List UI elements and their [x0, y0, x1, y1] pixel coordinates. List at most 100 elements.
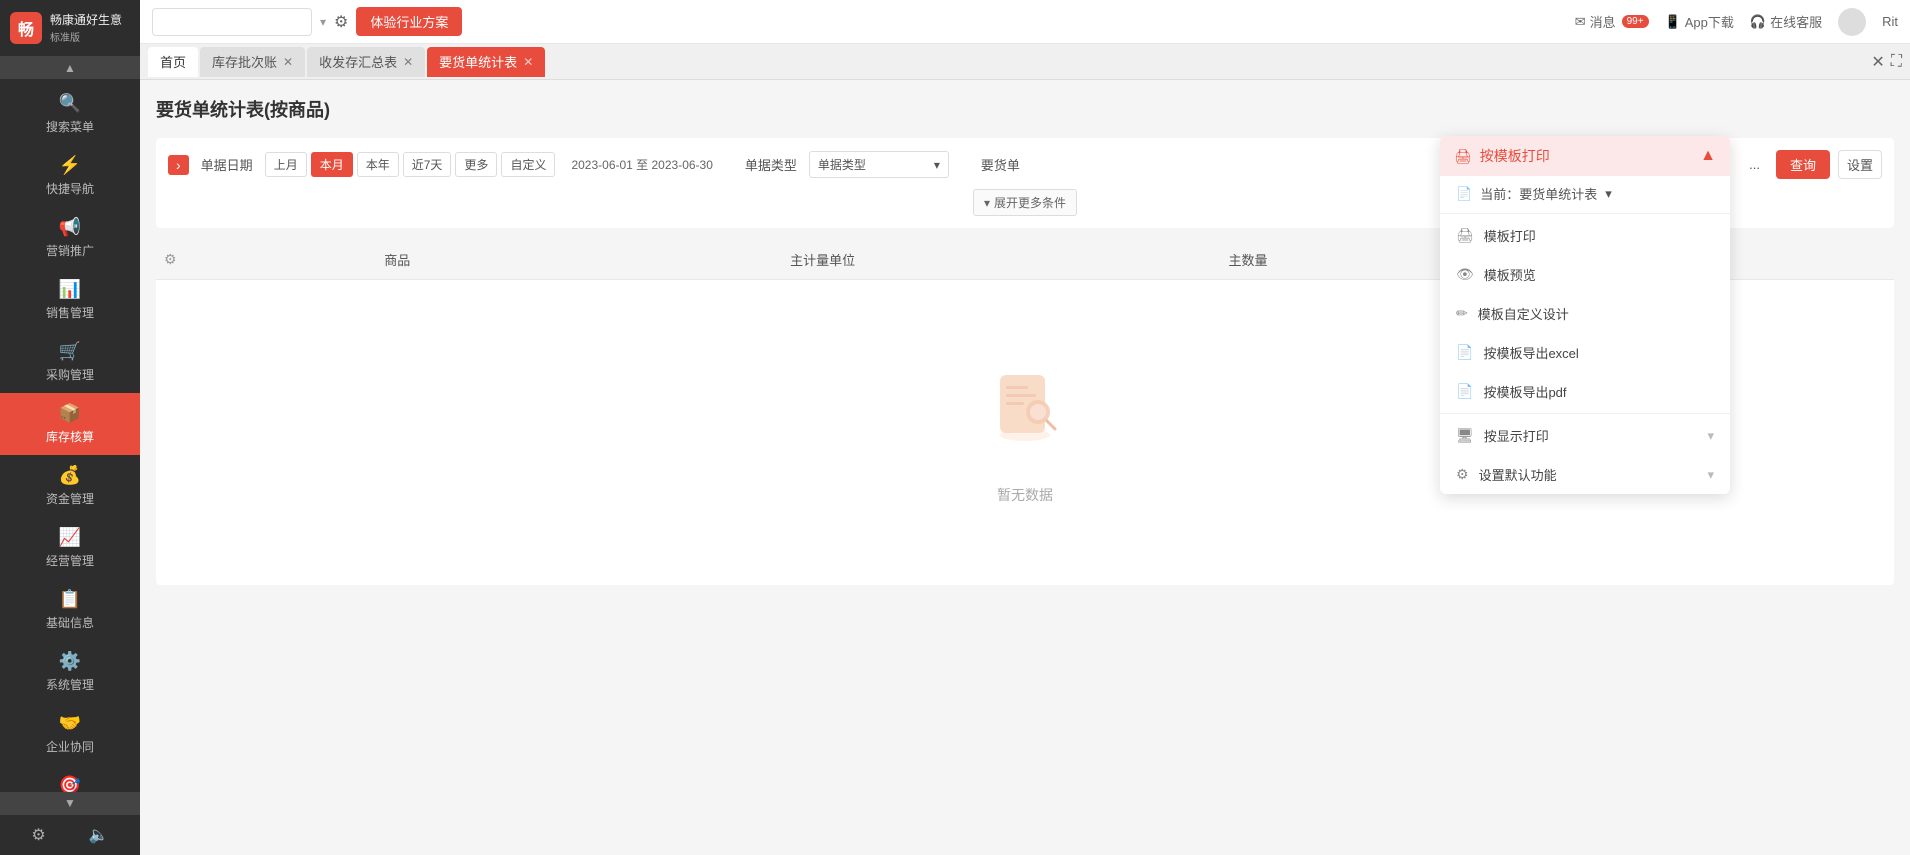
sidebar-item-collab[interactable]: 🤝 企业协同 [0, 703, 140, 765]
default-func-label: 设置默认功能 [1479, 465, 1557, 484]
tabs-right-controls: ✕ ⛶ [1871, 52, 1902, 72]
settings-button[interactable]: 设置 [1838, 150, 1882, 179]
col-goods: 商品 [185, 250, 610, 269]
default-func-item[interactable]: ⚙ 设置默认功能 ▾ [1440, 455, 1730, 494]
type-select-arrow-icon: ▾ [934, 158, 940, 172]
sidebar-item-quicknav-label: 快捷导航 [46, 180, 94, 197]
sidebar-item-system-label: 系统管理 [46, 676, 94, 693]
divider-2 [1440, 413, 1730, 414]
date-btn-7days[interactable]: 近7天 [403, 152, 452, 177]
template-design-item[interactable]: ✏ 模板自定义设计 [1440, 294, 1730, 333]
sidebar-item-purchase[interactable]: 🛒 采购管理 [0, 331, 140, 393]
app-download-item[interactable]: 📱 App下载 [1665, 12, 1734, 31]
page-content: 要货单统计表(按商品) › 单据日期 上月 本月 本年 近7天 更多 自定义 2… [140, 80, 1910, 855]
date-btn-more[interactable]: 更多 [455, 152, 497, 177]
sidebar-item-system[interactable]: ⚙️ 系统管理 [0, 641, 140, 703]
divider-1 [1440, 213, 1730, 214]
empty-icon [980, 360, 1070, 469]
tab-batch[interactable]: 库存批次账 ✕ [200, 47, 305, 77]
more-button[interactable]: ... [1741, 153, 1768, 176]
display-print-item[interactable]: 🖥 按显示打印 ▾ [1440, 416, 1730, 455]
print-current-icon: 📄 [1456, 186, 1472, 202]
type-filter-label: 单据类型 [745, 155, 797, 174]
col-qty: 主数量 [1035, 250, 1460, 269]
marketing-icon: 📢 [59, 217, 81, 238]
template-excel-item[interactable]: 📄 按模板导出excel [1440, 333, 1730, 372]
maximize-tab-button[interactable]: ⛶ [1891, 53, 1902, 71]
sidebar: 畅 畅康通好生意 标准版 ▲ 🔍 搜索菜单 ⚡ 快捷导航 📢 营销推广 📊 销售… [0, 0, 140, 855]
dropdown-arrow-icon[interactable]: ▾ [320, 15, 326, 29]
settings-footer-icon[interactable]: ⚙ [31, 825, 45, 845]
filter-expand-arrow[interactable]: › [168, 155, 189, 175]
scroll-down-button[interactable]: ▼ [0, 792, 140, 814]
query-button[interactable]: 查询 [1776, 150, 1830, 179]
order-filter-label: 要货单 [981, 155, 1020, 174]
logo: 畅 畅康通好生意 标准版 [0, 0, 140, 57]
page-title: 要货单统计表(按商品) [156, 96, 1894, 122]
industry-button[interactable]: 体验行业方案 [356, 7, 462, 36]
template-design-label: 模板自定义设计 [1478, 304, 1569, 323]
notification-badge: 99+ [1622, 15, 1649, 28]
template-excel-icon: 📄 [1456, 344, 1473, 361]
date-filter-buttons: 上月 本月 本年 近7天 更多 自定义 [265, 152, 556, 177]
date-btn-last-month[interactable]: 上月 [265, 152, 307, 177]
tab-batch-label: 库存批次账 [212, 52, 277, 71]
print-header-icon: 🖨 [1454, 148, 1472, 165]
template-preview-item[interactable]: 👁 模板预览 [1440, 255, 1730, 294]
print-current-item[interactable]: 📄 当前：要货单统计表 ▾ [1440, 176, 1730, 211]
avatar[interactable] [1838, 8, 1866, 36]
search-input[interactable] [152, 8, 312, 36]
sidebar-item-operation-label: 经营管理 [46, 552, 94, 569]
tab-collect[interactable]: 收发存汇总表 ✕ [307, 47, 425, 77]
template-print-item[interactable]: 🖨 模板打印 [1440, 216, 1730, 255]
notification-icon: ✉ [1575, 14, 1586, 30]
type-select[interactable]: 单据类型 ▾ [809, 151, 949, 178]
sidebar-item-inventory[interactable]: 📦 库存核算 [0, 393, 140, 455]
date-btn-this-month[interactable]: 本月 [311, 152, 353, 177]
notification-item[interactable]: ✉ 消息 99+ [1575, 12, 1649, 31]
sidebar-item-operation[interactable]: 📈 经营管理 [0, 517, 140, 579]
template-print-icon: 🖨 [1456, 227, 1474, 244]
print-dropdown-title-text: 按模板打印 [1480, 146, 1550, 166]
date-btn-custom[interactable]: 自定义 [501, 152, 555, 177]
tab-home[interactable]: 首页 [148, 47, 198, 77]
display-print-label: 按显示打印 [1484, 426, 1549, 445]
finance-icon: 💰 [59, 465, 81, 486]
date-range-display: 2023-06-01 至 2023-06-30 [571, 156, 712, 173]
sidebar-item-marketing[interactable]: 📢 营销推广 [0, 207, 140, 269]
sidebar-item-search[interactable]: 🔍 搜索菜单 [0, 83, 140, 145]
col-unit: 主计量单位 [610, 250, 1035, 269]
sidebar-item-guide[interactable]: 🎯 新手引导 [0, 765, 140, 792]
close-tab-button[interactable]: ✕ [1871, 52, 1884, 72]
logo-subtitle: 标准版 [50, 29, 122, 44]
app-download-label: App下载 [1685, 12, 1734, 31]
logo-title: 畅康通好生意 [50, 12, 122, 29]
template-print-label: 模板打印 [1484, 226, 1536, 245]
sidebar-item-finance[interactable]: 💰 资金管理 [0, 455, 140, 517]
service-icon: 🎧 [1750, 14, 1766, 30]
tab-order-stat-close-icon[interactable]: ✕ [523, 55, 533, 69]
gear-icon[interactable]: ⚙ [334, 12, 348, 32]
scroll-up-button[interactable]: ▲ [0, 57, 140, 79]
table-settings-icon[interactable]: ⚙ [164, 251, 177, 268]
speaker-footer-icon[interactable]: 🔈 [89, 825, 109, 845]
tab-collect-close-icon[interactable]: ✕ [403, 55, 413, 69]
template-pdf-item[interactable]: 📄 按模板导出pdf [1440, 372, 1730, 411]
print-dropdown-close-icon[interactable]: ▲ [1700, 147, 1716, 165]
print-dropdown: 🖨 按模板打印 ▲ 📄 当前：要货单统计表 ▾ 🖨 模板打印 👁 模板预览 ✏ [1440, 136, 1730, 494]
sales-icon: 📊 [59, 279, 81, 300]
quicknav-icon: ⚡ [59, 155, 81, 176]
sidebar-item-basic[interactable]: 📋 基础信息 [0, 579, 140, 641]
sidebar-item-quicknav[interactable]: ⚡ 快捷导航 [0, 145, 140, 207]
expand-more-button[interactable]: ▾ 展开更多条件 [973, 189, 1077, 216]
sidebar-item-sales-label: 销售管理 [46, 304, 94, 321]
sidebar-item-basic-label: 基础信息 [46, 614, 94, 631]
tab-batch-close-icon[interactable]: ✕ [283, 55, 293, 69]
topbar: ▾ ⚙ 体验行业方案 ✉ 消息 99+ 📱 App下载 🎧 在线客服 Rit [140, 0, 1910, 44]
tab-order-stat-label: 要货单统计表 [439, 52, 517, 71]
sidebar-nav: 🔍 搜索菜单 ⚡ 快捷导航 📢 营销推广 📊 销售管理 🛒 采购管理 📦 库存核… [0, 79, 140, 792]
date-btn-this-year[interactable]: 本年 [357, 152, 399, 177]
online-service-item[interactable]: 🎧 在线客服 [1750, 12, 1822, 31]
sidebar-item-sales[interactable]: 📊 销售管理 [0, 269, 140, 331]
tab-order-stat[interactable]: 要货单统计表 ✕ [427, 47, 545, 77]
